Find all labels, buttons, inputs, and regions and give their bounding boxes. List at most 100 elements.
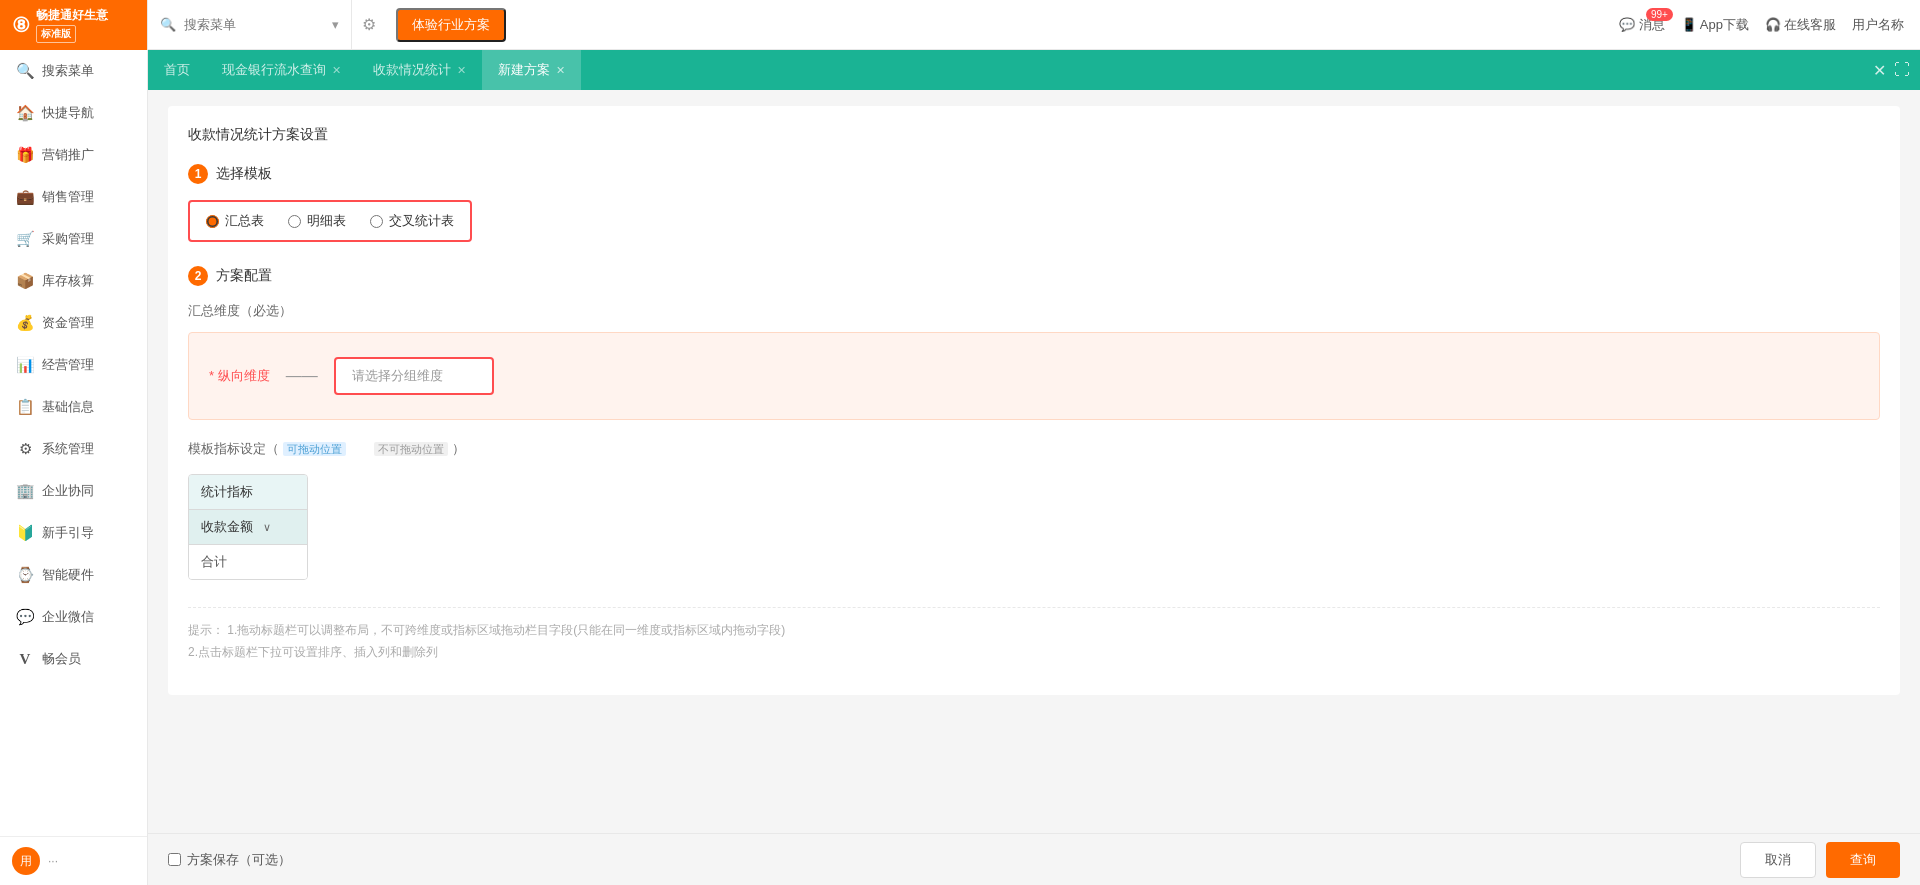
tab-close-icon[interactable]: ✕ — [1873, 61, 1886, 80]
support-label: 在线客服 — [1784, 16, 1836, 34]
sidebar-item-purchase[interactable]: 🛒 采购管理 — [0, 218, 147, 260]
user-avatar: 用 — [12, 847, 40, 875]
home-icon: 🏠 — [16, 104, 34, 122]
tab-collection-stats[interactable]: 收款情况统计 ✕ — [357, 50, 482, 90]
query-button[interactable]: 查询 — [1826, 842, 1900, 878]
tabs-bar: 首页 现金银行流水查询 ✕ 收款情况统计 ✕ 新建方案 ✕ ✕ ⛶ — [148, 50, 1920, 90]
basic-info-icon: 📋 — [16, 398, 34, 416]
vertical-dimension-label: * 纵向维度 — [209, 367, 270, 385]
tab-maximize-icon[interactable]: ⛶ — [1894, 61, 1910, 79]
save-plan-label[interactable]: 方案保存（可选） — [187, 851, 291, 869]
system-icon: ⚙ — [16, 440, 34, 458]
sidebar-item-smart-hw[interactable]: ⌚ 智能硬件 — [0, 554, 147, 596]
tab-new-plan[interactable]: 新建方案 ✕ — [482, 50, 581, 90]
app-name: 畅捷通好生意 — [36, 7, 108, 24]
radio-detail-label[interactable]: 明细表 — [307, 212, 346, 230]
radio-detail[interactable]: 明细表 — [288, 212, 346, 230]
weixin-icon: 💬 — [16, 608, 34, 626]
dimension-section-label: 汇总维度（必选） — [188, 302, 1880, 320]
inventory-icon: 📦 — [16, 272, 34, 290]
sidebar-item-quick-nav[interactable]: 🏠 快捷导航 — [0, 92, 147, 134]
sidebar-label-marketing: 营销推广 — [42, 146, 94, 164]
radio-summary-label[interactable]: 汇总表 — [225, 212, 264, 230]
sidebar-item-weixin[interactable]: 💬 企业微信 — [0, 596, 147, 638]
step1-label: 选择模板 — [216, 165, 272, 183]
sidebar-item-system[interactable]: ⚙ 系统管理 — [0, 428, 147, 470]
finance-icon: 💰 — [16, 314, 34, 332]
dimension-selector[interactable]: 请选择分组维度 — [334, 357, 494, 395]
message-button[interactable]: 💬 消息 99+ — [1619, 16, 1665, 34]
tab-home[interactable]: 首页 — [148, 50, 206, 90]
header-search-area: 🔍 ▾ — [148, 0, 352, 49]
non-draggable-hint: 不可拖动位置 — [374, 442, 448, 456]
config-area: 汇总维度（必选） * 纵向维度 —— 请选择分组维度 模板指标设定（ 可拖动位置 — [188, 302, 1880, 583]
tip-2: 2.点击标题栏下拉可设置排序、插入列和删除列 — [188, 642, 1880, 664]
footer-bar: 方案保存（可选） 取消 查询 — [148, 833, 1920, 885]
sidebar-label-quick-nav: 快捷导航 — [42, 104, 94, 122]
sidebar-item-guide[interactable]: 🔰 新手引导 — [0, 512, 147, 554]
user-name-display[interactable]: 用户名称 — [1852, 16, 1904, 34]
search-icon: 🔍 — [16, 62, 34, 80]
logo-icon: ⑧ — [12, 13, 30, 37]
sidebar-item-inventory[interactable]: 📦 库存核算 — [0, 260, 147, 302]
download-label: App下载 — [1700, 16, 1749, 34]
sidebar-item-member[interactable]: V 畅会员 — [0, 638, 147, 680]
metrics-total-label: 合计 — [201, 554, 227, 569]
step1-num: 1 — [188, 164, 208, 184]
sidebar-item-search[interactable]: 🔍 搜索菜单 — [0, 50, 147, 92]
tab-cash-flow-close[interactable]: ✕ — [332, 64, 341, 77]
sidebar-item-basic-info[interactable]: 📋 基础信息 — [0, 386, 147, 428]
tab-cash-flow[interactable]: 现金银行流水查询 ✕ — [206, 50, 357, 90]
sidebar-label-sales: 销售管理 — [42, 188, 94, 206]
metrics-label-suffix: ） — [452, 441, 465, 456]
tab-collection-stats-close[interactable]: ✕ — [457, 64, 466, 77]
header-search-icon: 🔍 — [160, 17, 176, 32]
sidebar-logo: ⑧ 畅捷通好生意 标准版 — [0, 0, 147, 50]
member-icon: V — [16, 651, 34, 668]
header-dropdown-icon[interactable]: ▾ — [332, 17, 339, 32]
sidebar-item-enterprise[interactable]: 🏢 企业协同 — [0, 470, 147, 512]
sidebar-label-enterprise: 企业协同 — [42, 482, 94, 500]
sidebar-label-finance: 资金管理 — [42, 314, 94, 332]
radio-summary-input[interactable] — [206, 215, 219, 228]
app-download-link[interactable]: 📱 App下载 — [1681, 16, 1749, 34]
sidebar-item-marketing[interactable]: 🎁 营销推广 — [0, 134, 147, 176]
save-option[interactable]: 方案保存（可选） — [168, 851, 291, 869]
support-link[interactable]: 🎧 在线客服 — [1765, 16, 1836, 34]
metrics-table-header[interactable]: 统计指标 — [189, 475, 307, 510]
header-right: 💬 消息 99+ 📱 App下载 🎧 在线客服 用户名称 — [1619, 16, 1920, 34]
sidebar-item-finance[interactable]: 💰 资金管理 — [0, 302, 147, 344]
step2-label: 方案配置 — [216, 267, 272, 285]
metrics-dropdown-icon: ∨ — [263, 521, 271, 533]
step1-header: 1 选择模板 — [188, 164, 1880, 184]
sidebar-label-purchase: 采购管理 — [42, 230, 94, 248]
tab-new-plan-close[interactable]: ✕ — [556, 64, 565, 77]
radio-cross-label[interactable]: 交叉统计表 — [389, 212, 454, 230]
support-icon: 🎧 — [1765, 17, 1781, 32]
main-content: 收款情况统计方案设置 1 选择模板 汇总表 明细表 交叉统计表 — [148, 90, 1920, 885]
step2-header: 2 方案配置 — [188, 266, 1880, 286]
tip-1: 提示： 1.拖动标题栏可以调整布局，不可跨维度或指标区域拖动栏目字段(只能在同一… — [188, 620, 1880, 642]
sidebar-item-sales[interactable]: 💼 销售管理 — [0, 176, 147, 218]
footer-buttons: 取消 查询 — [1740, 842, 1900, 878]
metrics-label: 模板指标设定（ 可拖动位置 不可拖动位置 ） — [188, 440, 1880, 458]
tabs-actions: ✕ ⛶ — [1873, 61, 1920, 80]
dimension-arrow: —— — [286, 367, 318, 385]
dimension-row: * 纵向维度 —— 请选择分组维度 — [209, 357, 1859, 395]
radio-detail-input[interactable] — [288, 215, 301, 228]
save-plan-checkbox[interactable] — [168, 853, 181, 866]
sidebar-label-search: 搜索菜单 — [42, 62, 94, 80]
radio-cross-input[interactable] — [370, 215, 383, 228]
sidebar-label-smart-hw: 智能硬件 — [42, 566, 94, 584]
trial-button[interactable]: 体验行业方案 — [396, 8, 506, 42]
sidebar-item-business[interactable]: 📊 经营管理 — [0, 344, 147, 386]
tab-cash-flow-label: 现金银行流水查询 — [222, 61, 326, 79]
radio-summary[interactable]: 汇总表 — [206, 212, 264, 230]
cancel-button[interactable]: 取消 — [1740, 842, 1816, 878]
header-settings-icon[interactable]: ⚙ — [352, 15, 386, 34]
radio-cross[interactable]: 交叉统计表 — [370, 212, 454, 230]
tab-home-label: 首页 — [164, 61, 190, 79]
gift-icon: 🎁 — [16, 146, 34, 164]
metrics-metric-name-row[interactable]: 收款金额 ∨ — [189, 510, 307, 545]
header-search-input[interactable] — [184, 17, 324, 32]
